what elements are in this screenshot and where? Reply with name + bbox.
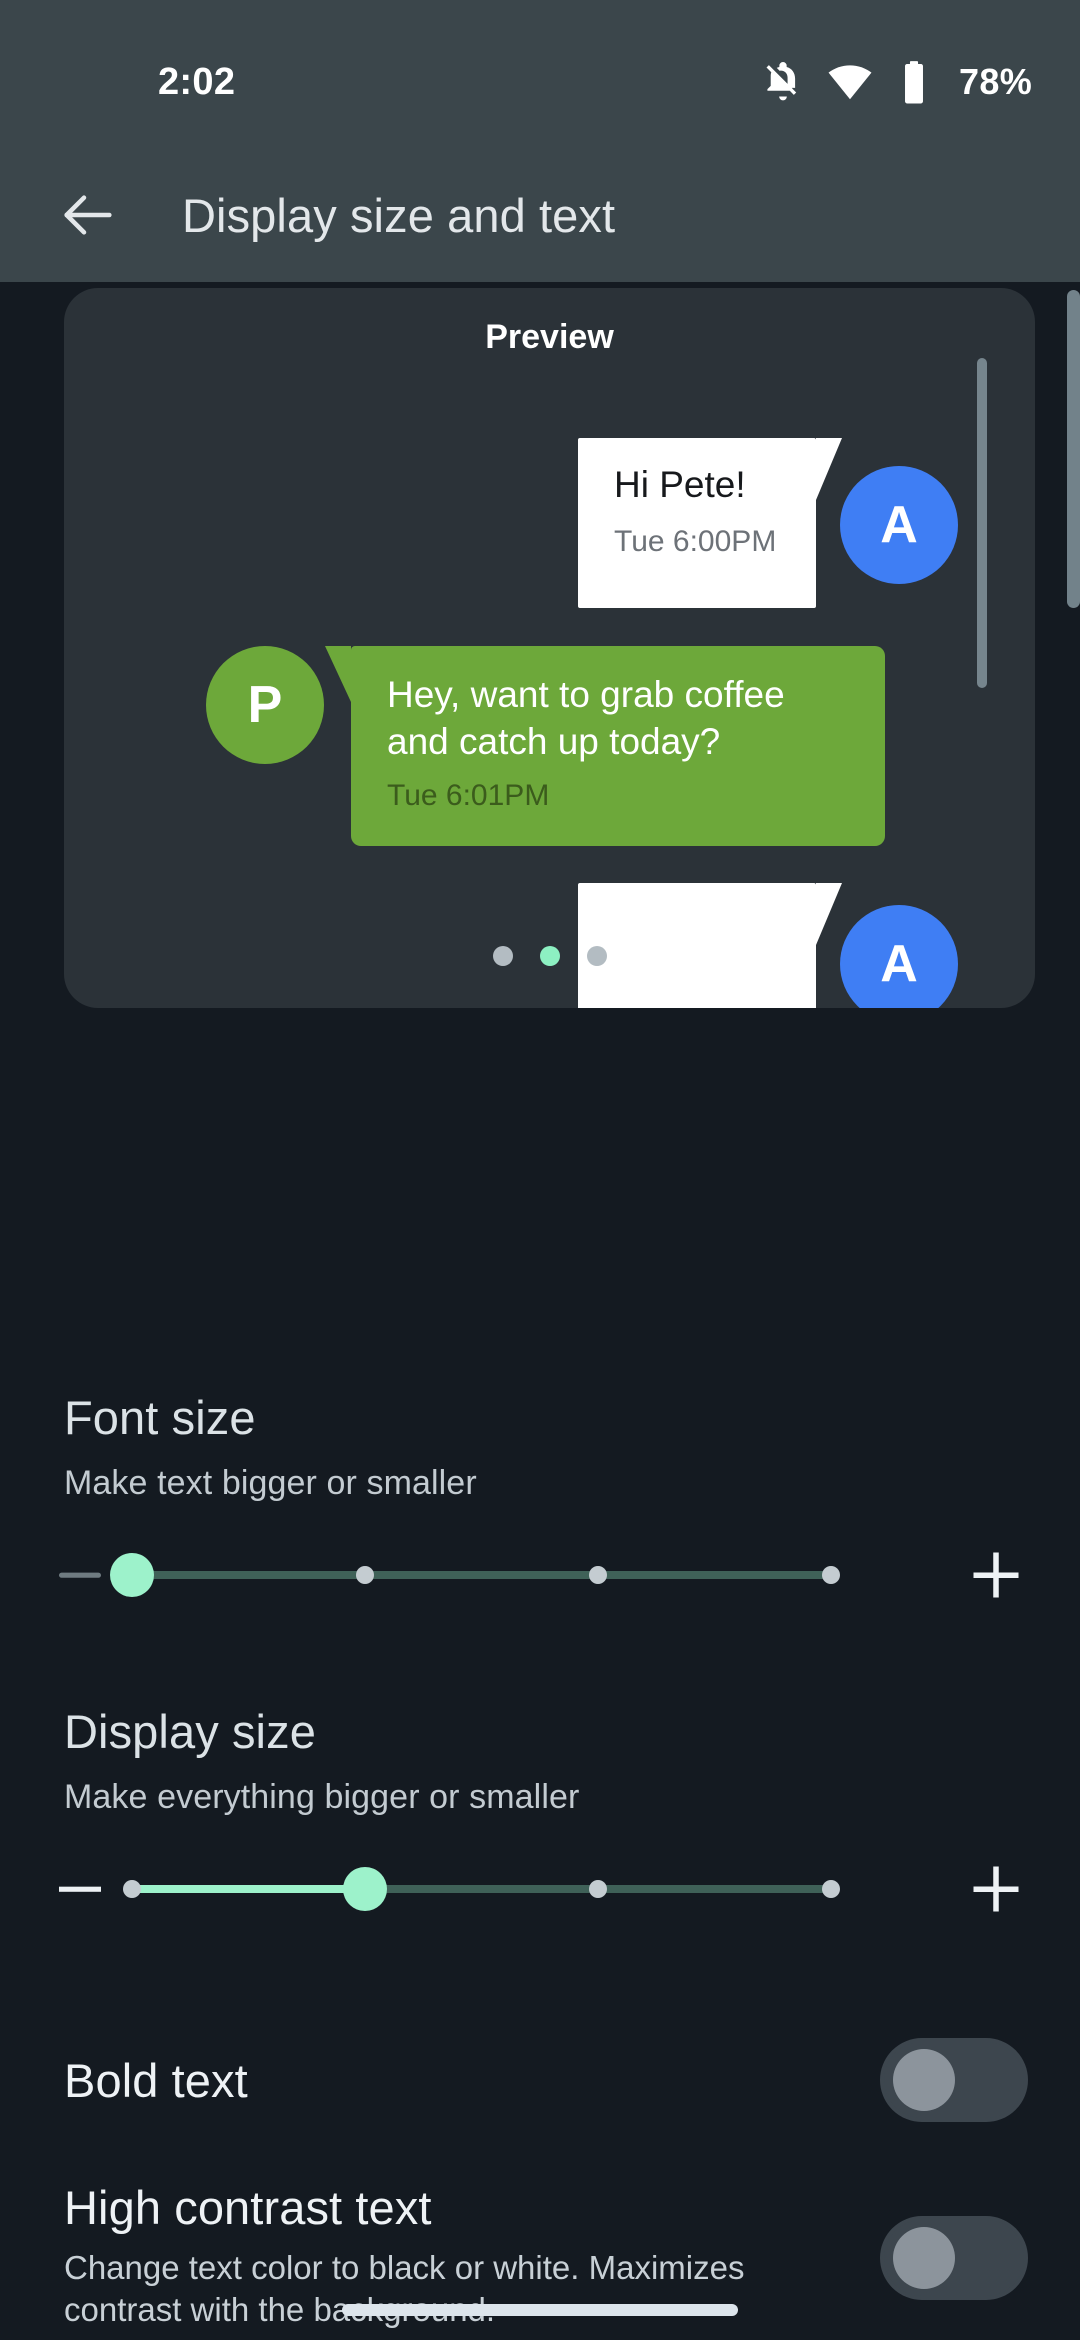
bold-text-toggle[interactable] (880, 2038, 1028, 2122)
bubble-tail-icon (325, 646, 351, 702)
slider-tick[interactable] (123, 1880, 141, 1898)
high-contrast-text-toggle[interactable] (880, 2216, 1028, 2300)
font-size-slider[interactable] (110, 1523, 840, 1627)
slider-track (132, 1571, 832, 1579)
status-clock: 2:02 (158, 60, 236, 103)
bubble-tail-icon (816, 438, 842, 500)
page-scrollbar-thumb[interactable] (1067, 290, 1080, 608)
battery-icon (895, 60, 933, 104)
slider-tick[interactable] (822, 1566, 840, 1584)
display-size-slider-row (0, 1834, 1080, 1944)
battery-percent-label: 78% (959, 61, 1032, 102)
bubble-tail-icon (816, 883, 842, 945)
font-size-subtitle: Make text bigger or smaller (64, 1464, 477, 1502)
avatar: A (840, 466, 958, 584)
message-text: Hey, want to grab coffee and catch up to… (387, 674, 785, 762)
preview-pager[interactable] (64, 946, 1035, 966)
message-row-incoming: P Hey, want to grab coffee and catch up … (206, 646, 885, 846)
avatar: P (206, 646, 324, 764)
message-text: Hi Pete! (614, 464, 746, 505)
back-arrow-icon[interactable] (46, 173, 130, 257)
slider-tick[interactable] (356, 1566, 374, 1584)
display-size-title: Display size (64, 1705, 316, 1758)
message-bubble-incoming: Hey, want to grab coffee and catch up to… (325, 646, 885, 846)
slider-tick[interactable] (589, 1566, 607, 1584)
font-size-slider-row (0, 1520, 1080, 1630)
message-timestamp: Tue 6:01PM (387, 779, 550, 813)
bold-text-title: Bold text (64, 2053, 248, 2107)
page-scrollbar[interactable] (1067, 282, 1080, 2340)
display-size-slider[interactable] (123, 1837, 840, 1941)
pager-dot[interactable] (586, 946, 607, 966)
app-bar: Display size and text (0, 148, 1080, 282)
slider-track-fill (132, 1885, 365, 1893)
font-size-increase-button[interactable] (944, 1523, 1048, 1627)
bell-off-icon (761, 60, 805, 104)
message-bubble-outgoing: Hi Pete! Tue 6:00PM (578, 438, 842, 608)
font-size-slider-thumb[interactable] (110, 1553, 154, 1597)
page-title: Display size and text (182, 188, 616, 242)
gesture-nav-pill[interactable] (342, 2304, 738, 2316)
slider-tick[interactable] (589, 1880, 607, 1898)
slider-tick[interactable] (822, 1880, 840, 1898)
status-icon-group: 78% (761, 59, 1032, 105)
high-contrast-text-title: High contrast text (64, 2181, 432, 2234)
preview-card[interactable]: Preview Hi Pete! Tue 6:00PM A P Hey, wan… (64, 288, 1035, 1008)
phone-screen: 2:02 78% Display size and text Preview H… (0, 0, 1080, 2340)
wifi-icon (827, 59, 873, 105)
bold-text-row[interactable]: Bold text (0, 2010, 1080, 2150)
bold-text-labels: Bold text (64, 2053, 880, 2108)
message-row-outgoing: Hi Pete! Tue 6:00PM A (578, 438, 958, 608)
message-timestamp: Tue 6:00PM (614, 524, 777, 558)
display-size-decrease-button[interactable] (28, 1837, 132, 1941)
status-bar: 2:02 78% (0, 0, 1080, 148)
settings-scroll-area[interactable]: Preview Hi Pete! Tue 6:00PM A P Hey, wan… (0, 282, 1080, 2340)
display-size-slider-thumb[interactable] (343, 1867, 387, 1911)
high-contrast-text-subtitle: Change text color to black or white. Max… (64, 2249, 745, 2329)
toggle-knob (893, 2049, 955, 2111)
pager-dot-active[interactable] (539, 946, 560, 966)
pager-dot[interactable] (492, 946, 513, 966)
toggle-knob (893, 2227, 955, 2289)
display-size-increase-button[interactable] (944, 1837, 1048, 1941)
display-size-subtitle: Make everything bigger or smaller (64, 1778, 580, 1816)
preview-scrollbar[interactable] (977, 358, 987, 688)
preview-label: Preview (485, 318, 614, 356)
font-size-title: Font size (64, 1391, 256, 1444)
